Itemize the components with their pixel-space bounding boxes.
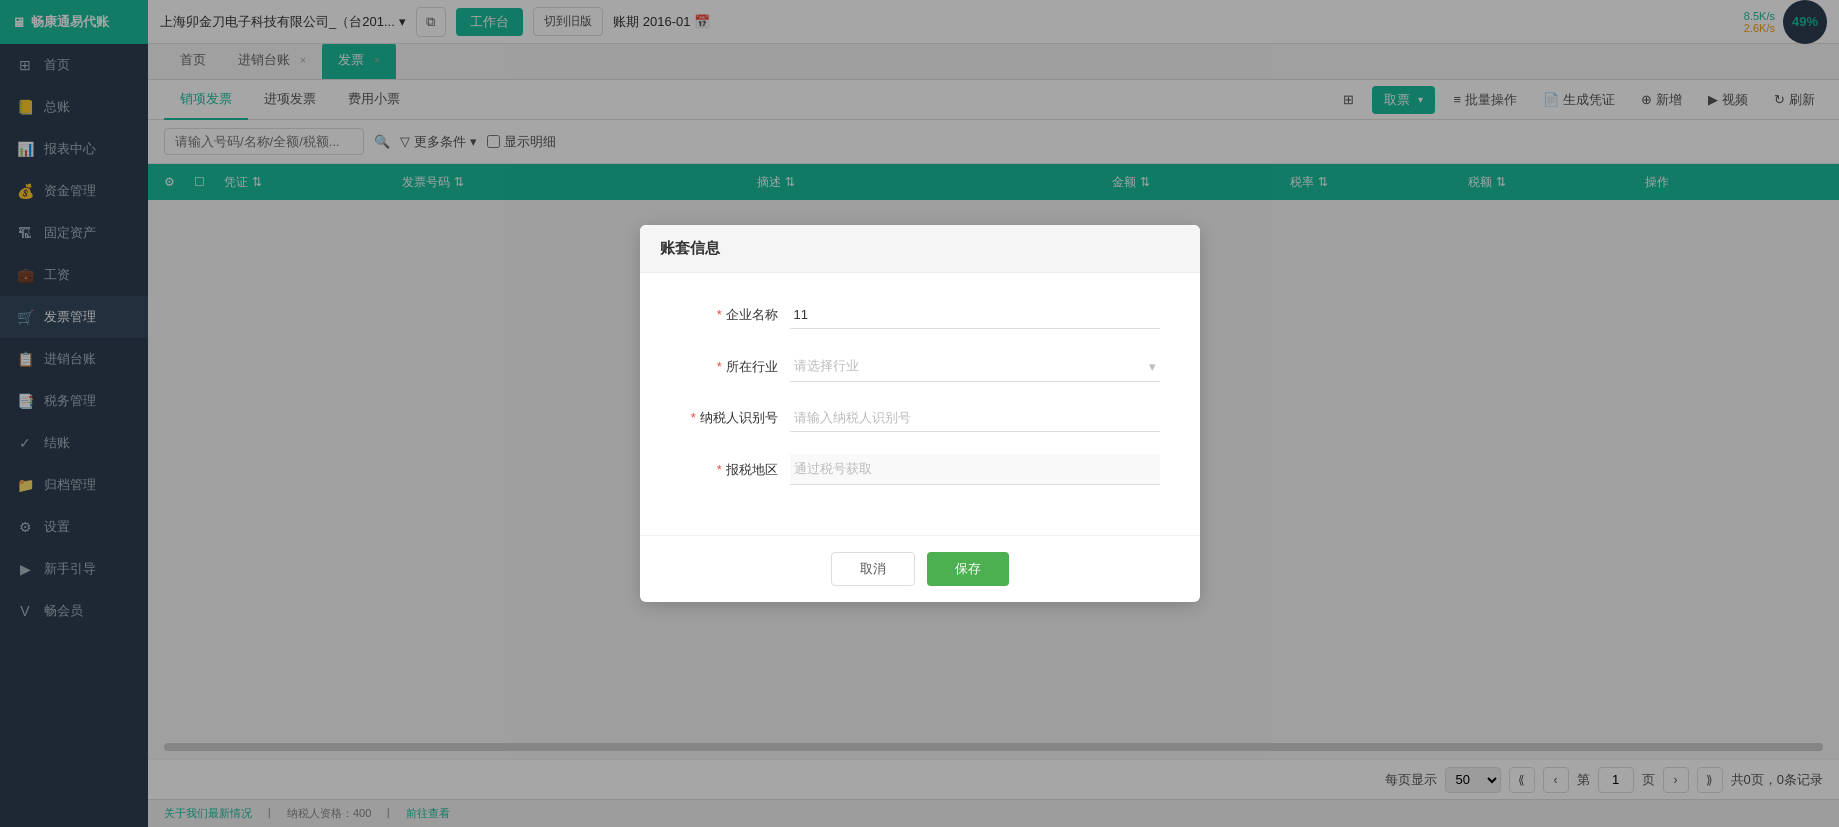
label-taxid: * 纳税人识别号	[680, 409, 790, 427]
label-industry: * 所在行业	[680, 358, 790, 376]
form-row-industry: * 所在行业 请选择行业 ▾	[680, 351, 1160, 382]
save-button[interactable]: 保存	[927, 552, 1009, 586]
form-row-taxid: * 纳税人识别号	[680, 404, 1160, 432]
label-taxregion: * 报税地区	[680, 461, 790, 479]
modal-footer: 取消 保存	[640, 535, 1200, 602]
save-label: 保存	[955, 561, 981, 576]
industry-dropdown-icon: ▾	[1149, 359, 1156, 374]
modal-body: * 企业名称 * 所在行业 请选择行业 ▾ * 纳	[640, 273, 1200, 535]
modal-overlay: 账套信息 * 企业名称 * 所在行业 请选择行业 ▾	[0, 0, 1839, 827]
modal-title: 账套信息	[660, 239, 720, 256]
cancel-button[interactable]: 取消	[831, 552, 915, 586]
label-company-name: * 企业名称	[680, 306, 790, 324]
select-industry[interactable]: 请选择行业 ▾	[790, 351, 1160, 382]
required-mark: *	[717, 462, 722, 477]
required-mark: *	[691, 410, 696, 425]
taxregion-placeholder: 通过税号获取	[794, 461, 872, 476]
modal-dialog: 账套信息 * 企业名称 * 所在行业 请选择行业 ▾	[640, 225, 1200, 602]
cancel-label: 取消	[860, 561, 886, 576]
form-row-taxregion: * 报税地区 通过税号获取	[680, 454, 1160, 485]
form-row-company: * 企业名称	[680, 301, 1160, 329]
input-taxregion-disabled: 通过税号获取	[790, 454, 1160, 485]
input-taxid[interactable]	[790, 404, 1160, 432]
industry-placeholder: 请选择行业	[794, 357, 859, 375]
input-company-name[interactable]	[790, 301, 1160, 329]
modal-header: 账套信息	[640, 225, 1200, 273]
required-mark: *	[717, 359, 722, 374]
required-mark: *	[717, 307, 722, 322]
